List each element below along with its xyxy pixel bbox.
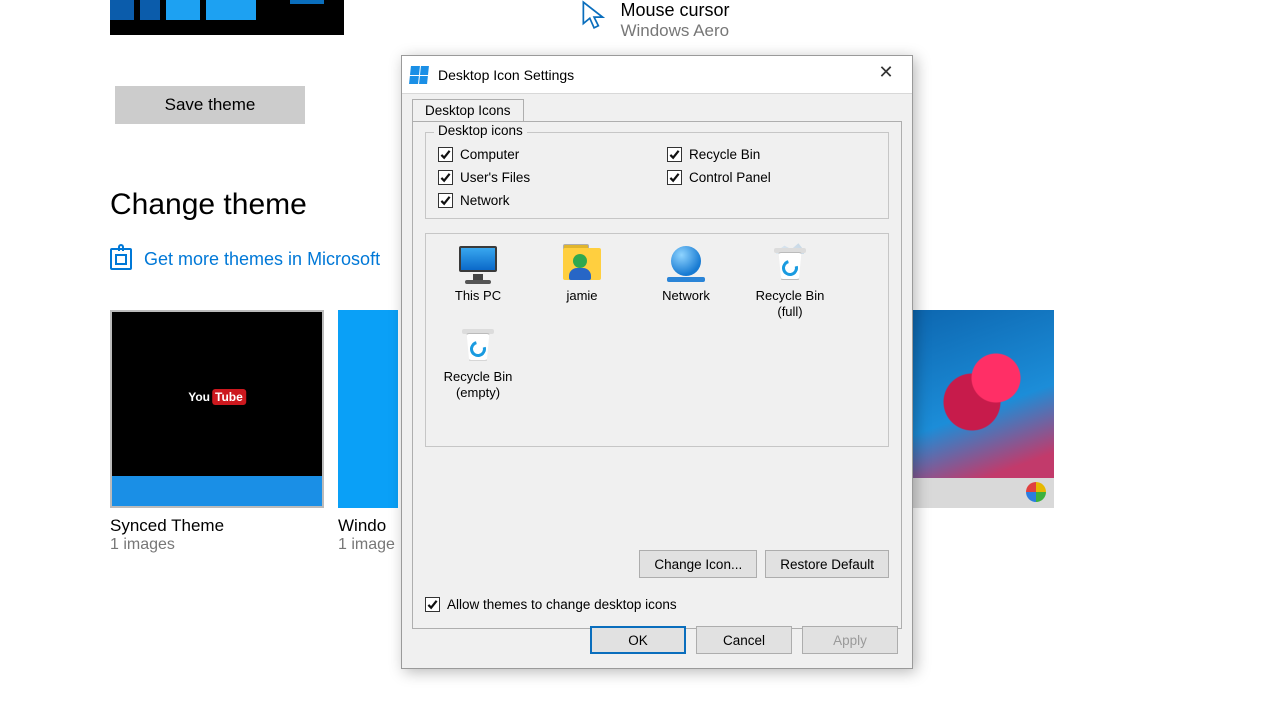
checkbox-users-files[interactable]: User's Files <box>438 170 647 185</box>
ok-button[interactable]: OK <box>590 626 686 654</box>
theme-sub: 1 image <box>338 536 398 554</box>
checkbox-control-panel[interactable]: Control Panel <box>667 170 876 185</box>
cursor-title: Mouse cursor <box>620 0 729 21</box>
section-header-change-theme: Change theme <box>110 188 307 222</box>
group-label: Desktop icons <box>434 123 527 138</box>
theme-card-synced[interactable]: YouTube Synced Theme 1 images <box>110 310 324 554</box>
change-icon-button[interactable]: Change Icon... <box>639 550 757 578</box>
theme-thumbnail: YouTube <box>110 310 324 508</box>
mouse-cursor-setting[interactable]: Mouse cursor Windows Aero <box>580 0 730 41</box>
theme-card-windows[interactable]: Windo 1 image <box>338 310 398 554</box>
theme-sub: 1 images <box>110 536 324 554</box>
current-theme-preview <box>110 0 344 35</box>
network-icon <box>663 244 709 284</box>
recycle-bin-empty-icon <box>455 325 501 365</box>
icon-user-files[interactable]: jamie <box>540 244 624 321</box>
theme-thumbnail <box>338 310 398 508</box>
tab-desktop-icons[interactable]: Desktop Icons <box>412 99 524 122</box>
checkbox-network[interactable]: Network <box>438 193 647 208</box>
dialog-titlebar[interactable]: Desktop Icon Settings ✕ <box>402 56 912 94</box>
personalization-icon <box>409 66 429 84</box>
close-button[interactable]: ✕ <box>866 61 906 89</box>
cursor-subtitle: Windows Aero <box>620 21 729 41</box>
icon-network[interactable]: Network <box>644 244 728 321</box>
theme-name: Synced Theme <box>110 516 324 536</box>
desktop-icons-group: Desktop icons Computer Recycle Bin User'… <box>425 132 889 219</box>
theme-name: Windo <box>338 516 398 536</box>
icon-this-pc[interactable]: This PC <box>436 244 520 321</box>
store-icon <box>110 248 132 270</box>
allow-themes-checkbox[interactable]: Allow themes to change desktop icons <box>425 597 677 612</box>
restore-default-button[interactable]: Restore Default <box>765 550 889 578</box>
checkbox-recycle-bin[interactable]: Recycle Bin <box>667 147 876 162</box>
color-wheel-icon <box>1026 482 1046 502</box>
icon-recycle-bin-full[interactable]: Recycle Bin (full) <box>748 244 832 321</box>
cancel-button[interactable]: Cancel <box>696 626 792 654</box>
recycle-bin-full-icon <box>767 244 813 284</box>
apply-button: Apply <box>802 626 898 654</box>
this-pc-icon <box>455 244 501 284</box>
icon-recycle-bin-empty[interactable]: Recycle Bin (empty) <box>436 325 520 402</box>
store-link-label: Get more themes in Microsoft <box>144 249 380 270</box>
save-theme-button[interactable]: Save theme <box>115 86 305 124</box>
icon-preview-box: This PC jamie Network Recycle Bin (full)… <box>425 233 889 447</box>
cursor-arrow-icon <box>580 0 606 35</box>
store-link[interactable]: Get more themes in Microsoft <box>110 248 380 270</box>
desktop-icon-settings-dialog: Desktop Icon Settings ✕ Desktop Icons De… <box>401 55 913 669</box>
dialog-title: Desktop Icon Settings <box>438 67 866 83</box>
checkbox-computer[interactable]: Computer <box>438 147 647 162</box>
user-folder-icon <box>559 244 605 284</box>
